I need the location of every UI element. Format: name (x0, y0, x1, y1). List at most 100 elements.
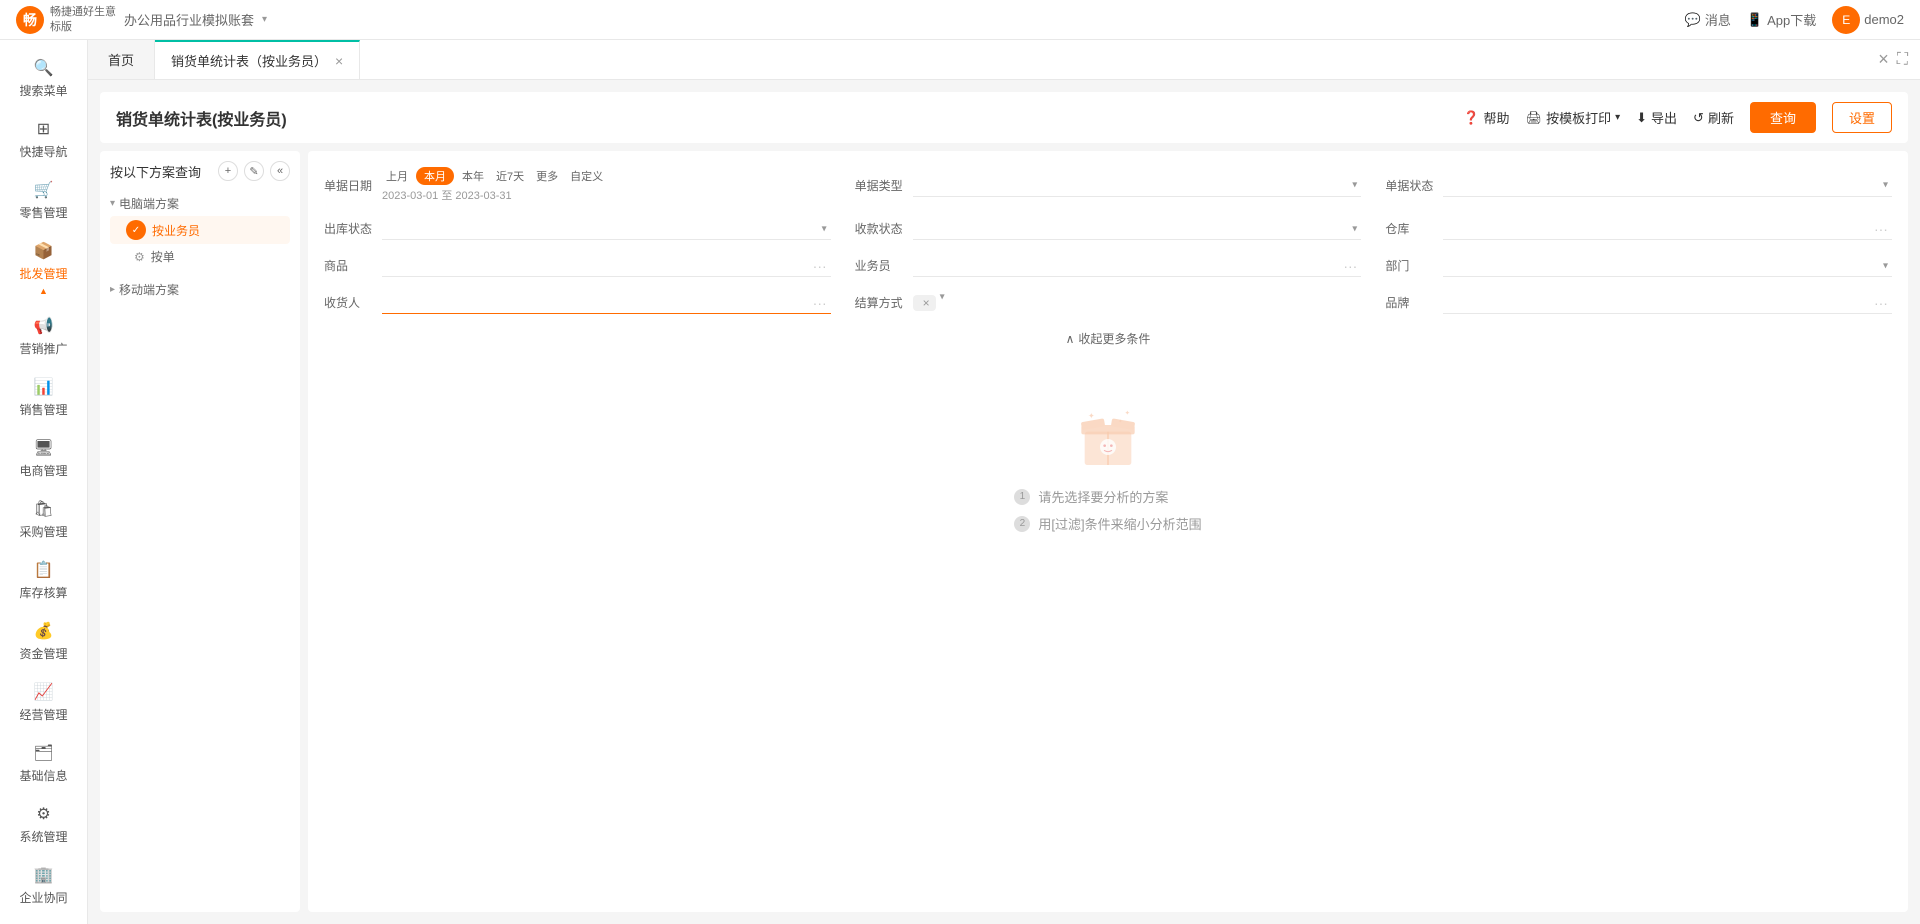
tab-active[interactable]: 销货单统计表（按业务员） × (155, 40, 360, 79)
filter-bill-type: 单据类型 ▾ (855, 167, 1362, 203)
out-status-input[interactable] (382, 217, 831, 240)
top-bar-left: 畅 畅捷通好生意 标版 办公用品行业模拟账套 ▾ (16, 5, 267, 34)
sidebar-item-enterprise[interactable]: 🏢 企业协同 (0, 855, 87, 916)
mobile-section-label: 移动端方案 (119, 281, 179, 298)
sidebar-item-purchase[interactable]: 🛍 采购管理 (0, 489, 87, 550)
sidebar-item-newuser[interactable]: 🎯 新手引导 (0, 916, 87, 924)
sidebar-item-label: 资金管理 (19, 645, 67, 662)
sidebar-item-search[interactable]: 🔍 搜索菜单 (0, 48, 87, 109)
filter-brand: 品牌 ··· (1385, 291, 1892, 314)
print-label: 按模板打印 (1546, 108, 1611, 127)
sidebar-item-basic[interactable]: 🗂 基础信息 (0, 733, 87, 794)
filter-payment-status: 收款状态 ▾ (855, 217, 1362, 240)
sidebar-item-label: 销售管理 (19, 401, 67, 418)
export-icon: ⬇ (1636, 110, 1647, 126)
scheme-desktop-header[interactable]: ▾ 电脑端方案 (110, 191, 290, 216)
purchase-icon: 🛍 (33, 499, 53, 519)
help-button[interactable]: ❓ 帮助 (1463, 108, 1509, 127)
scheme-add-button[interactable]: + (218, 161, 238, 181)
receiver-input[interactable] (382, 291, 831, 314)
warehouse-input[interactable] (1443, 217, 1892, 240)
sidebar-item-marketing[interactable]: 📢 营销推广 (0, 306, 87, 367)
date-tab-more[interactable]: 更多 (532, 167, 562, 185)
main-panel: 按以下方案查询 + ✎ « ▾ 电脑端方案 (100, 151, 1908, 912)
industry-selector[interactable]: 办公用品行业模拟账套 ▾ (124, 10, 267, 29)
search-icon: 🔍 (34, 58, 54, 78)
settings-button[interactable]: 设置 (1832, 102, 1892, 133)
sidebar-item-system[interactable]: ⚙ 系统管理 (0, 794, 87, 855)
svg-text:✦: ✦ (1088, 411, 1095, 420)
scheme-icons: + ✎ « (218, 161, 290, 181)
scheme-item-salesperson[interactable]: ✓ 按业务员 (110, 216, 290, 244)
bill-status-input[interactable] (1443, 174, 1892, 197)
date-tab-7days[interactable]: 近7天 (492, 167, 528, 185)
close-window-button[interactable]: × (1878, 49, 1889, 70)
sidebar-item-label: 营销推广 (19, 340, 67, 357)
date-tab-custom[interactable]: 自定义 (566, 167, 607, 185)
bill-type-control: ▾ (913, 174, 1362, 197)
goods-input[interactable] (382, 254, 831, 277)
scheme-subitem-icon: ⚙ (134, 250, 145, 264)
warehouse-control: ··· (1443, 217, 1892, 240)
sidebar-item-label: 经营管理 (19, 706, 67, 723)
app-download-button[interactable]: 📱 App下载 (1747, 10, 1816, 29)
query-button[interactable]: 查询 (1750, 102, 1816, 133)
industry-label: 办公用品行业模拟账套 (124, 10, 254, 29)
department-input[interactable] (1443, 254, 1892, 277)
tab-close-button[interactable]: × (335, 53, 343, 69)
sidebar: 🔍 搜索菜单 ⊞ 快捷导航 🛒 零售管理 📦 批发管理 ▲ 📢 营销推广 � (0, 40, 88, 924)
settlement-tag-close[interactable]: × (923, 296, 930, 310)
finance-icon: 💰 (34, 621, 54, 641)
salesperson-input[interactable] (913, 254, 1362, 277)
filter-settlement: 结算方式 × ▾ (855, 291, 1362, 314)
date-tab-thismonth[interactable]: 本月 (416, 167, 454, 185)
receiver-control: ··· (382, 291, 831, 314)
sidebar-item-inventory[interactable]: 📋 库存核算 (0, 550, 87, 611)
user-menu[interactable]: E demo2 (1832, 6, 1904, 34)
retail-icon: 🛒 (34, 180, 54, 200)
scheme-mobile-section[interactable]: ▸ 移动端方案 (110, 277, 290, 302)
collapse-label: 收起更多条件 (1078, 330, 1150, 347)
avatar: E (1832, 6, 1860, 34)
print-button[interactable]: 🖨 按模板打印 ▾ (1526, 108, 1621, 127)
sidebar-item-operation[interactable]: 📈 经营管理 (0, 672, 87, 733)
refresh-button[interactable]: ↺ 刷新 (1693, 108, 1734, 127)
filter-out-status: 出库状态 ▾ (324, 217, 831, 240)
logo-area: 畅 畅捷通好生意 标版 (16, 5, 116, 34)
export-button[interactable]: ⬇ 导出 (1636, 108, 1677, 127)
scheme-item-bill[interactable]: ⚙ 按单 (110, 244, 290, 269)
settlement-label: 结算方式 (855, 294, 905, 311)
maximize-window-button[interactable]: ⛶ (1897, 51, 1908, 69)
collapse-bar[interactable]: ∧ 收起更多条件 (324, 322, 1892, 355)
bill-type-input[interactable] (913, 174, 1362, 197)
filter-salesperson: 业务员 ··· (855, 254, 1362, 277)
tip-num-2: 2 (1014, 516, 1030, 532)
scheme-item-active-icon: ✓ (126, 220, 146, 240)
out-status-label: 出库状态 (324, 220, 374, 237)
sidebar-item-finance[interactable]: 💰 资金管理 (0, 611, 87, 672)
refresh-icon: ↺ (1693, 110, 1704, 126)
scheme-item-label: 按业务员 (152, 222, 200, 239)
brand-input[interactable] (1443, 291, 1892, 314)
scheme-desktop-section: ▾ 电脑端方案 ✓ 按业务员 ⚙ 按单 (110, 191, 290, 269)
scheme-collapse-button[interactable]: « (270, 161, 290, 181)
empty-tips: 1 请先选择要分析的方案 2 用[过滤]条件来缩小分析范围 (1014, 487, 1201, 533)
tab-active-label: 销货单统计表（按业务员） (171, 51, 327, 70)
empty-tip-1-label: 请先选择要分析的方案 (1038, 487, 1168, 506)
sidebar-item-label: 零售管理 (19, 204, 67, 221)
date-tab-lastmonth[interactable]: 上月 (382, 167, 412, 185)
scheme-edit-button[interactable]: ✎ (244, 161, 264, 181)
sidebar-item-shortcut[interactable]: ⊞ 快捷导航 (0, 109, 87, 170)
tab-home[interactable]: 首页 (88, 40, 155, 79)
desktop-section-label: 电脑端方案 (119, 195, 179, 212)
date-tab-thisyear[interactable]: 本年 (458, 167, 488, 185)
shortcut-icon: ⊞ (37, 119, 50, 139)
sidebar-item-wholesale[interactable]: 📦 批发管理 ▲ (0, 231, 87, 306)
sidebar-item-ecom[interactable]: 🖥 电商管理 (0, 428, 87, 489)
payment-status-control: ▾ (913, 217, 1362, 240)
message-button[interactable]: 💬 消息 (1685, 10, 1731, 29)
payment-status-input[interactable] (913, 217, 1362, 240)
sidebar-item-sales[interactable]: 📊 销售管理 (0, 367, 87, 428)
sidebar-item-retail[interactable]: 🛒 零售管理 (0, 170, 87, 231)
filter-bill-status: 单据状态 ▾ (1385, 167, 1892, 203)
